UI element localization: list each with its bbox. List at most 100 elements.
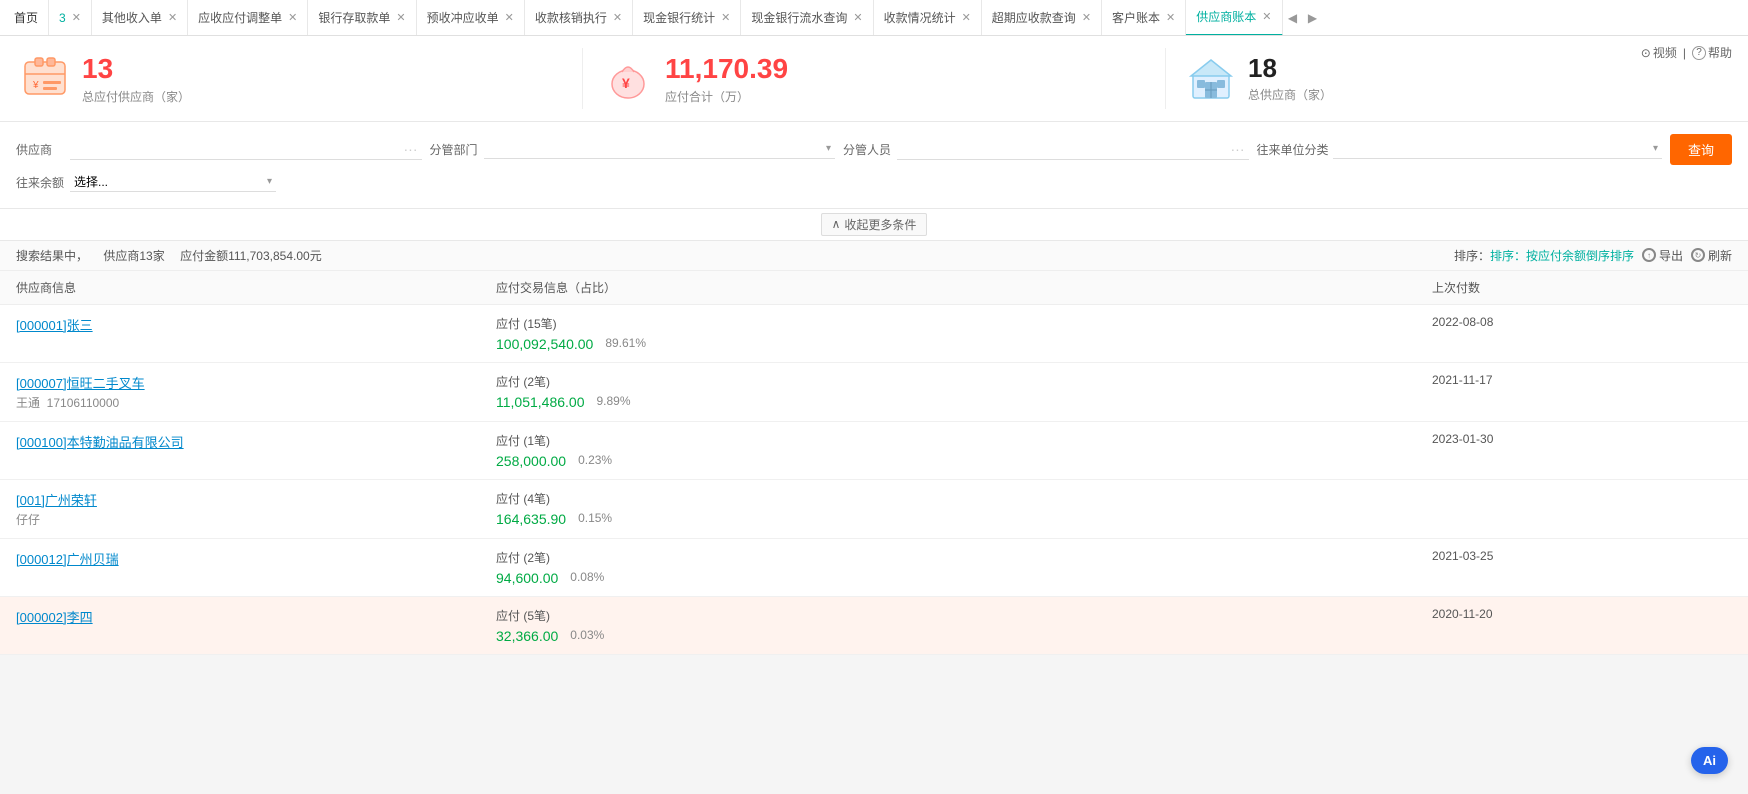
total-supplier-count: 18 <box>1248 53 1332 84</box>
supplier-link[interactable]: [001]广州荣轩 <box>16 493 97 508</box>
nav-tab-advance[interactable]: 预收冲应收单 ✕ <box>417 0 525 36</box>
payable-percent: 9.89% <box>597 394 631 408</box>
person-dots-icon[interactable]: ··· <box>1231 141 1245 157</box>
payable-percent: 0.15% <box>578 511 612 525</box>
category-select-wrapper[interactable]: ▾ <box>1333 140 1662 159</box>
supplier-link[interactable]: [000001]张三 <box>16 318 93 333</box>
supplier-table: 供应商信息 应付交易信息（占比） 上次付数 [000001]张三 应付 (15笔… <box>0 271 1748 655</box>
close-tab-cash-flow-icon[interactable]: ✕ <box>853 11 862 24</box>
export-button[interactable]: ↑ 导出 <box>1642 247 1683 264</box>
nav-tab-ar-ap-adjust[interactable]: 应收应付调整单 ✕ <box>188 0 308 36</box>
table-row[interactable]: [000001]张三 应付 (15笔) 100,092,540.00 89.61… <box>0 305 1748 363</box>
supplier-info-cell: [000012]广州贝瑞 <box>16 549 496 568</box>
last-payment-date: 2020-11-20 <box>1432 607 1493 621</box>
col-last-payment: 上次付数 <box>1432 279 1732 296</box>
nav-prev-icon[interactable]: ◀ <box>1283 0 1303 36</box>
col-supplier-info: 供应商信息 <box>16 279 496 296</box>
last-payment-cell: 2023-01-30 <box>1432 432 1732 446</box>
payable-amount-row: 164,635.90 0.15% <box>496 509 1432 527</box>
help-btn[interactable]: ? 帮助 <box>1692 44 1732 61</box>
nav-tab-overdue[interactable]: 超期应收款查询 ✕ <box>982 0 1102 36</box>
nav-tab-cash-stat[interactable]: 现金银行统计 ✕ <box>633 0 741 36</box>
person-input[interactable] <box>901 142 1231 156</box>
table-row[interactable]: [000100]本特勤油品有限公司 应付 (1笔) 258,000.00 0.2… <box>0 422 1748 480</box>
supplier-link[interactable]: [000100]本特勤油品有限公司 <box>16 435 184 450</box>
payable-label-row: 应付 (2笔) <box>496 549 1432 566</box>
refresh-button[interactable]: ↻ 刷新 <box>1691 247 1732 264</box>
sort-order-btn[interactable]: 排序：按应付余额倒序排序 <box>1490 249 1634 263</box>
supplier-link[interactable]: [000007]恒旺二手叉车 <box>16 376 145 391</box>
table-row[interactable]: [001]广州荣轩 仔仔 应付 (4笔) 164,635.90 0.15% <box>0 480 1748 539</box>
payable-label-row: 应付 (4笔) <box>496 490 1432 507</box>
close-tab-supplier-icon[interactable]: ✕ <box>1262 10 1271 23</box>
nav-tab-cash-flow[interactable]: 现金银行流水查询 ✕ <box>741 0 873 36</box>
nav-tab-receipt-stat[interactable]: 收款情况统计 ✕ <box>874 0 982 36</box>
payable-label-row: 应付 (1笔) <box>496 432 1432 449</box>
supplier-link[interactable]: [000002]李四 <box>16 610 93 625</box>
payable-amount-row: 11,051,486.00 9.89% <box>496 392 1432 410</box>
supplier-info-cell: [000001]张三 <box>16 315 496 334</box>
svg-text:¥: ¥ <box>32 80 39 91</box>
last-payment-date: 2022-08-08 <box>1432 315 1493 329</box>
table-row[interactable]: [000007]恒旺二手叉车 王通 17106110000 应付 (2笔) 11… <box>0 363 1748 422</box>
close-tab-3-icon[interactable]: ✕ <box>72 11 81 24</box>
dept-filter-label: 分管部门 <box>430 141 480 158</box>
table-row[interactable]: [000002]李四 应付 (5笔) 32,366.00 0.03% 2020-… <box>0 597 1748 655</box>
results-toolbar: 搜索结果中， 供应商13家 应付金额111,703,854.00元 排序：排序：… <box>0 241 1748 271</box>
nav-tab-supplier-ledger[interactable]: 供应商账本 ✕ <box>1186 0 1282 36</box>
last-payment-cell: 2022-08-08 <box>1432 315 1732 329</box>
nav-tab-verify[interactable]: 收款核销执行 ✕ <box>525 0 633 36</box>
balance-select-wrapper[interactable]: 选择... ▾ <box>70 173 276 192</box>
payable-amount-row: 100,092,540.00 89.61% <box>496 334 1432 352</box>
close-tab-advance-icon[interactable]: ✕ <box>505 11 514 24</box>
close-tab-overdue-icon[interactable]: ✕ <box>1082 11 1091 24</box>
category-select[interactable] <box>1337 142 1653 156</box>
filter-row-1: 供应商 ··· 分管部门 ▾ 分管人员 ··· 往来单位分类 <box>16 134 1732 165</box>
supplier-input[interactable] <box>74 142 404 156</box>
filter-section: 供应商 ··· 分管部门 ▾ 分管人员 ··· 往来单位分类 <box>0 122 1748 209</box>
close-tab-receipt-stat-icon[interactable]: ✕ <box>962 11 971 24</box>
balance-filter: 往来余额 选择... ▾ <box>16 173 276 192</box>
close-tab-verify-icon[interactable]: ✕ <box>613 11 622 24</box>
payable-label-row: 应付 (15笔) <box>496 315 1432 332</box>
close-tab-cash-stat-icon[interactable]: ✕ <box>721 11 730 24</box>
supplier-info-cell: [000007]恒旺二手叉车 王通 17106110000 <box>16 373 496 411</box>
close-tab-customer-icon[interactable]: ✕ <box>1166 11 1175 24</box>
nav-tab-other-income[interactable]: 其他收入单 ✕ <box>92 0 188 36</box>
toolbar-actions: 排序：排序：按应付余额倒序排序 ↑ 导出 ↻ 刷新 <box>1454 247 1732 264</box>
ai-badge[interactable]: Ai <box>1691 747 1728 774</box>
supplier-dots-icon[interactable]: ··· <box>404 141 418 157</box>
close-tab-ar-ap-icon[interactable]: ✕ <box>288 11 297 24</box>
summary-card-payable-amount: ¥ 11,170.39 应付合计（万） <box>583 48 1166 109</box>
nav-tab-home[interactable]: 首页 <box>4 0 49 36</box>
search-result-info: 搜索结果中， 供应商13家 应付金额111,703,854.00元 <box>16 247 1446 264</box>
nav-next-icon[interactable]: ▶ <box>1303 0 1323 36</box>
dept-select[interactable] <box>488 142 826 156</box>
category-chevron-icon[interactable]: ▾ <box>1653 143 1658 154</box>
table-row[interactable]: [000012]广州贝瑞 应付 (2笔) 94,600.00 0.08% 202… <box>0 539 1748 597</box>
video-help-btn[interactable]: ⊙ 视频 <box>1641 44 1677 61</box>
dept-select-wrapper[interactable]: ▾ <box>484 140 836 159</box>
payable-percent: 89.61% <box>605 336 646 350</box>
supplier-link[interactable]: [000012]广州贝瑞 <box>16 552 119 567</box>
collapse-button[interactable]: ∧ 收起更多条件 <box>821 213 928 236</box>
nav-tab-bank-deposit[interactable]: 银行存取款单 ✕ <box>308 0 416 36</box>
close-tab-other-income-icon[interactable]: ✕ <box>168 11 177 24</box>
chevron-up-icon: ∧ <box>832 217 841 231</box>
export-icon: ↑ <box>1642 248 1656 262</box>
payable-label: 应付 (4笔) <box>496 492 550 506</box>
close-tab-bank-icon[interactable]: ✕ <box>396 11 405 24</box>
supplier-input-wrapper[interactable]: ··· <box>70 139 422 160</box>
person-input-wrapper[interactable]: ··· <box>897 139 1249 160</box>
nav-tab-customer-ledger[interactable]: 客户账本 ✕ <box>1102 0 1186 36</box>
last-payment-date: 2021-03-25 <box>1432 549 1493 563</box>
query-button[interactable]: 查询 <box>1670 134 1732 165</box>
dept-chevron-icon[interactable]: ▾ <box>826 143 831 154</box>
question-icon: ? <box>1692 46 1706 60</box>
payable-supplier-label: 总应付供应商（家） <box>82 88 190 105</box>
balance-chevron-icon[interactable]: ▾ <box>267 176 272 187</box>
category-filter: 往来单位分类 ▾ <box>1257 140 1663 159</box>
table-header-row: 供应商信息 应付交易信息（占比） 上次付数 <box>0 271 1748 305</box>
nav-tab-3[interactable]: 3 ✕ <box>49 0 92 36</box>
balance-select[interactable]: 选择... <box>74 175 267 189</box>
